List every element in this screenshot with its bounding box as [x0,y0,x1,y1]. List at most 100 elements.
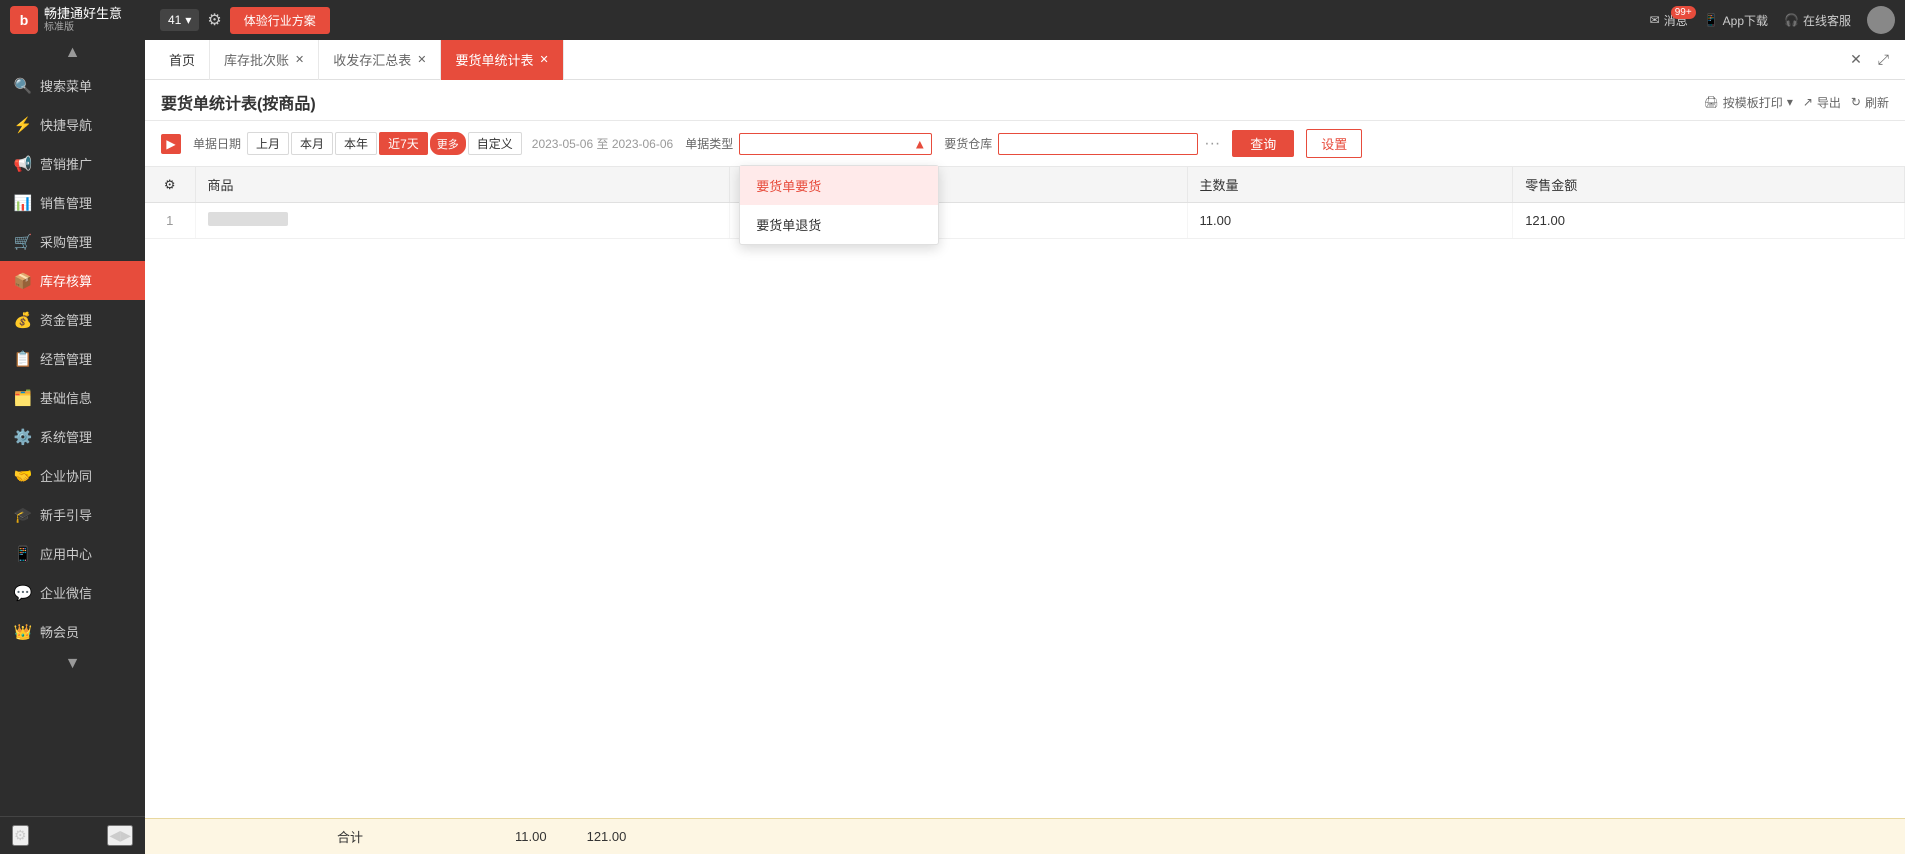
search-icon: 🔍 [14,77,32,95]
refresh-label: 刷新 [1865,94,1889,111]
sidebar-item-label: 库存核算 [40,271,92,290]
col-amount: 零售金额 [1513,167,1905,203]
sidebar-item-wechat[interactable]: 💬 企业微信 [0,573,145,612]
sidebar-item-guide[interactable]: 🎓 新手引导 [0,495,145,534]
type-filter-group: 单据类型 ▲ 要货单要货 要货单退货 [685,133,932,155]
dropdown-item-requisition-order[interactable]: 要货单要货 [740,166,938,205]
sidebar-item-basic-info[interactable]: 🗂️ 基础信息 [0,378,145,417]
sidebar-item-member[interactable]: 👑 畅会员 [0,612,145,651]
cell-product [195,203,729,239]
col-product: 商品 [195,167,729,203]
sidebar-item-sales[interactable]: 📊 销售管理 [0,183,145,222]
sidebar-item-label: 畅会员 [40,622,79,641]
settings-icon: ⚙️ [14,428,32,446]
online-service-button[interactable]: 🎧 在线客服 [1784,12,1851,29]
type-select-input[interactable] [739,133,932,155]
trial-button[interactable]: 体验行业方案 [230,7,330,34]
app-sub: 标准版 [44,22,122,34]
dropdown-item-requisition-return[interactable]: 要货单退货 [740,205,938,244]
page-header: 要货单统计表(按商品) 🖨 按模板打印 ▾ ↗ 导出 ↻ 刷新 [145,80,1905,121]
refresh-icon: ↻ [1851,95,1861,109]
folder-icon: 🗂️ [14,389,32,407]
header-center: 41 ▾ ⚙ 体验行业方案 [150,7,1650,34]
sidebar-item-quick-nav[interactable]: ⚡ 快捷导航 [0,105,145,144]
date-buttons: 上月 本月 本年 近7天 更多 自定义 [247,132,522,155]
sidebar-item-finance[interactable]: 💰 资金管理 [0,300,145,339]
export-label: 导出 [1817,94,1841,111]
type-select-container: ▲ 要货单要货 要货单退货 [739,133,932,155]
last-7-days-button[interactable]: 近7天 [379,132,428,155]
gear-button[interactable]: ⚙ [207,10,221,30]
store-selector[interactable]: 41 ▾ [160,9,199,31]
tab-home-label: 首页 [169,50,195,69]
sidebar-item-inventory[interactable]: 📦 库存核算 [0,261,145,300]
sidebar-item-app-center[interactable]: 📱 应用中心 [0,534,145,573]
sidebar: ▲ 🔍 搜索菜单 ⚡ 快捷导航 📢 营销推广 📊 销售管理 🛒 采购管理 📦 库… [0,40,145,854]
sidebar-item-label: 企业协同 [40,466,92,485]
col-settings: ⚙ [145,167,195,203]
sidebar-item-label: 资金管理 [40,310,92,329]
sidebar-item-enterprise[interactable]: 🤝 企业协同 [0,456,145,495]
export-button[interactable]: ↗ 导出 [1803,94,1841,111]
message-icon: ✉ [1650,13,1660,27]
sidebar-item-operations[interactable]: 📋 经营管理 [0,339,145,378]
this-year-button[interactable]: 本年 [335,132,377,155]
chat-icon: 💬 [14,584,32,602]
page-content: 要货单统计表(按商品) 🖨 按模板打印 ▾ ↗ 导出 ↻ 刷新 [145,80,1905,854]
settings-button[interactable]: 设置 [1306,129,1362,158]
table-header-row: ⚙ 商品 主计量单位 主数量 零售金额 [145,167,1905,203]
tab-requisition-stats-close[interactable]: ✕ [540,53,549,66]
tab-home[interactable]: 首页 [155,40,210,80]
warehouse-input[interactable] [998,133,1198,155]
cart-icon: 🛒 [14,233,32,251]
refresh-button[interactable]: ↻ 刷新 [1851,94,1889,111]
page-actions: 🖨 按模板打印 ▾ ↗ 导出 ↻ 刷新 [1704,94,1889,111]
filter-toggle-button[interactable]: ▶ [161,134,181,154]
sidebar-item-label: 销售管理 [40,193,92,212]
query-button[interactable]: 查询 [1232,130,1294,157]
product-blurred [208,212,288,226]
sidebar-item-purchase[interactable]: 🛒 采购管理 [0,222,145,261]
logo-area: b 畅捷通好生意 标准版 [10,6,150,34]
tab-requisition-stats[interactable]: 要货单统计表 ✕ [441,40,563,80]
message-badge: 99+ [1671,6,1696,19]
sidebar-toggle-button[interactable]: ◀▶ [107,825,133,846]
custom-date-button[interactable]: 自定义 [468,132,522,155]
last-month-button[interactable]: 上月 [247,132,289,155]
this-month-button[interactable]: 本月 [291,132,333,155]
sidebar-item-system[interactable]: ⚙️ 系统管理 [0,417,145,456]
sidebar-item-marketing[interactable]: 📢 营销推广 [0,144,145,183]
messages-button[interactable]: ✉ 消息 99+ [1650,12,1688,29]
type-filter-label: 单据类型 [685,135,733,152]
tab-inventory-batch-close[interactable]: ✕ [295,53,304,66]
more-dates-button[interactable]: 更多 [430,132,466,155]
crown-icon: 👑 [14,623,32,641]
date-filter-label: 单据日期 [193,135,241,152]
sidebar-settings-button[interactable]: ⚙ [12,825,29,846]
sidebar-item-label: 企业微信 [40,583,92,602]
footer-amount: 121.00 [567,829,647,844]
sidebar-item-label: 营销推广 [40,154,92,173]
tabs-expand-button[interactable]: ⤢ [1872,49,1895,70]
megaphone-icon: 📢 [14,155,32,173]
header-right: ✉ 消息 99+ 📱 App下载 🎧 在线客服 [1650,6,1895,34]
sidebar-item-label: 搜索菜单 [40,76,92,95]
app-download-button[interactable]: 📱 App下载 [1704,12,1768,29]
scroll-down-button[interactable]: ▼ [65,655,81,673]
more-options-icon[interactable]: ··· [1204,135,1220,153]
tab-receive-summary-close[interactable]: ✕ [417,53,426,66]
footer-label: 合计 [157,827,375,846]
print-button[interactable]: 🖨 按模板打印 ▾ [1704,94,1793,111]
app-name: 畅捷通好生意 [44,6,122,22]
tab-receive-summary[interactable]: 收发存汇总表 ✕ [319,40,441,80]
cell-amount: 121.00 [1513,203,1905,239]
sidebar-item-label: 经营管理 [40,349,92,368]
scroll-up-button[interactable]: ▲ [65,44,81,62]
chevron-down-icon: ▾ [1787,95,1793,109]
avatar[interactable] [1867,6,1895,34]
sidebar-item-search[interactable]: 🔍 搜索菜单 [0,66,145,105]
tabs-close-button[interactable]: ✕ [1844,49,1868,70]
money-icon: 💰 [14,311,32,329]
store-name: 41 [168,13,181,27]
tab-inventory-batch[interactable]: 库存批次账 ✕ [210,40,319,80]
